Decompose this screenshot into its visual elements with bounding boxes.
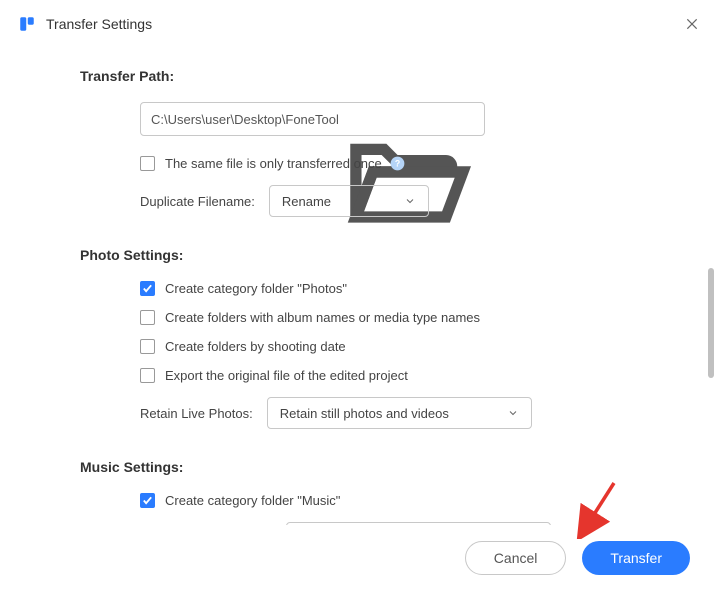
close-button[interactable] [680,12,704,36]
photo-export-original-checkbox[interactable] [140,368,155,383]
photo-settings-section: Photo Settings: Create category folder "… [80,247,682,429]
music-category-folder-checkbox[interactable] [140,493,155,508]
transfer-button[interactable]: Transfer [582,541,690,575]
dialog-content: Transfer Path: C:\Users\user\Desktop\Fon… [0,48,722,538]
photo-album-folders-label: Create folders with album names or media… [165,310,480,325]
transfer-path-section: Transfer Path: C:\Users\user\Desktop\Fon… [80,68,682,217]
folder-open-icon[interactable] [339,110,474,128]
app-logo-icon [18,15,36,33]
photo-date-folders-checkbox[interactable] [140,339,155,354]
svg-text:?: ? [395,159,400,169]
music-category-folder-label: Create category folder "Music" [165,493,340,508]
scrollbar[interactable] [708,268,714,378]
photo-category-folder-checkbox[interactable] [140,281,155,296]
chevron-down-icon [404,195,416,207]
transfer-settings-dialog: Transfer Settings Transfer Path: C:\User… [0,0,722,599]
retain-live-photos-label: Retain Live Photos: [140,406,253,421]
dialog-footer: Cancel Transfer [0,525,722,599]
same-file-label: The same file is only transferred once [165,156,382,171]
dialog-title: Transfer Settings [46,16,152,32]
chevron-down-icon [507,407,519,419]
duplicate-filename-value: Rename [282,194,331,209]
photo-album-folders-checkbox[interactable] [140,310,155,325]
same-file-checkbox[interactable] [140,156,155,171]
retain-live-photos-value: Retain still photos and videos [280,406,449,421]
duplicate-filename-select[interactable]: Rename [269,185,429,217]
help-icon[interactable]: ? [390,156,405,171]
photo-settings-label: Photo Settings: [80,247,682,263]
transfer-path-value: C:\Users\user\Desktop\FoneTool [151,112,339,127]
photo-export-original-label: Export the original file of the edited p… [165,368,408,383]
transfer-path-label: Transfer Path: [80,68,682,84]
photo-category-folder-label: Create category folder "Photos" [165,281,347,296]
retain-live-photos-select[interactable]: Retain still photos and videos [267,397,532,429]
music-settings-label: Music Settings: [80,459,682,475]
duplicate-filename-label: Duplicate Filename: [140,194,255,209]
transfer-path-input[interactable]: C:\Users\user\Desktop\FoneTool [140,102,485,136]
photo-date-folders-label: Create folders by shooting date [165,339,346,354]
dialog-header: Transfer Settings [0,0,722,48]
cancel-button[interactable]: Cancel [465,541,567,575]
